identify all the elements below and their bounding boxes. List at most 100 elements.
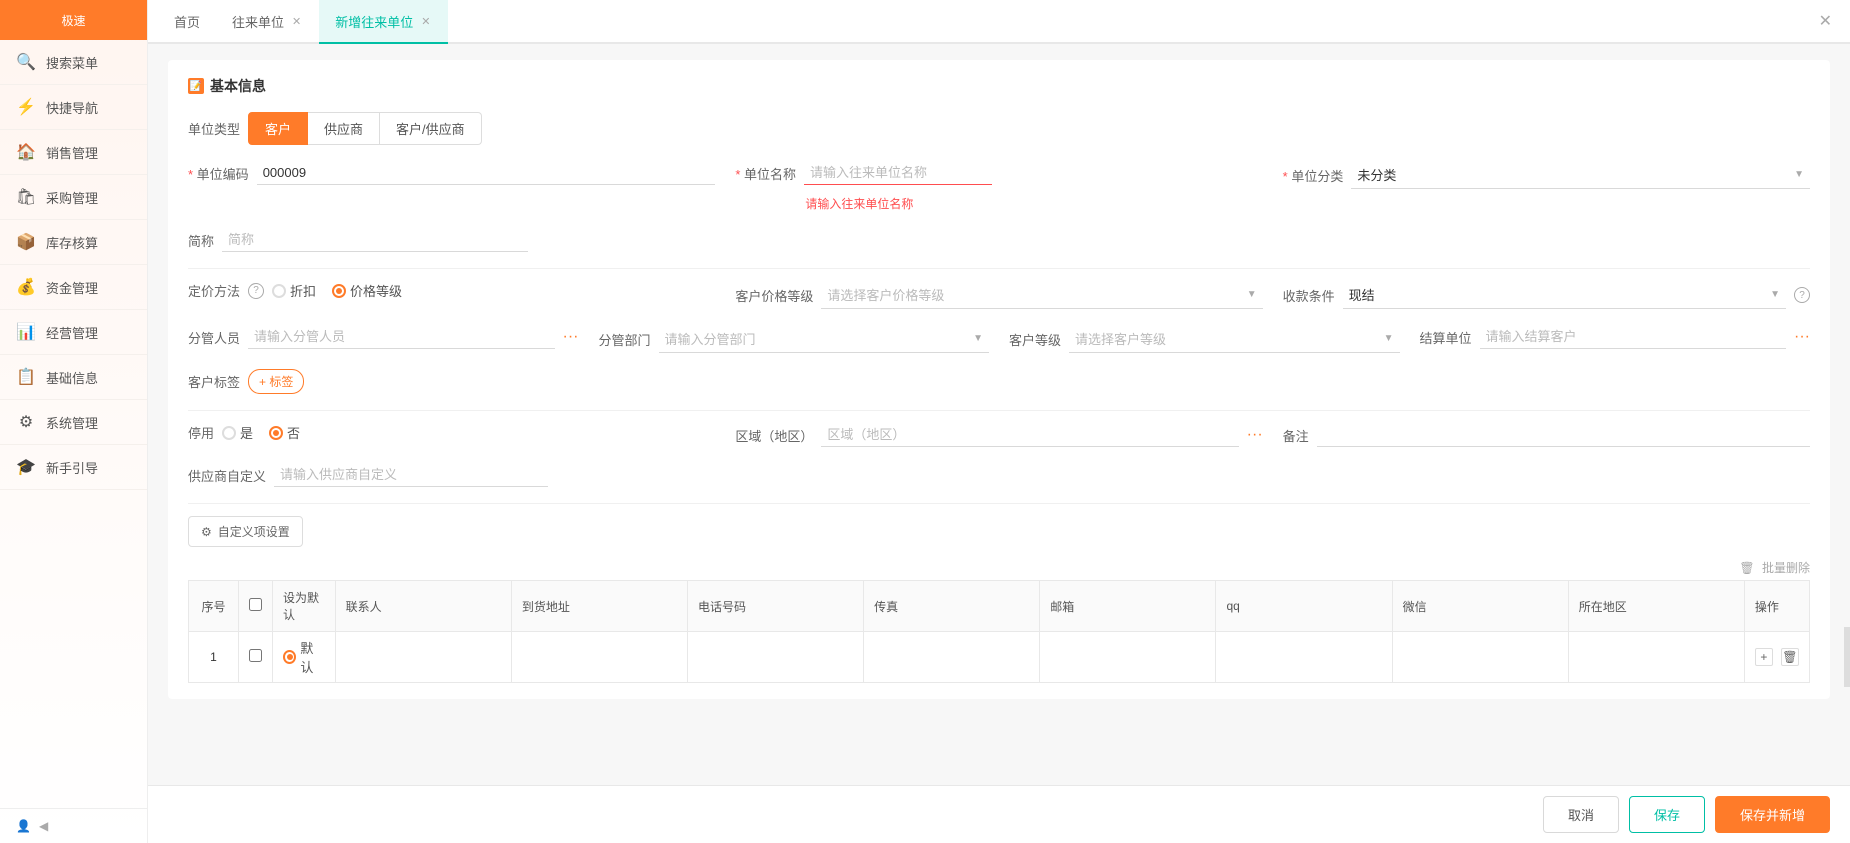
sidebar-item-purchase[interactable]: 🛍 采购管理 bbox=[0, 175, 147, 220]
box-icon: 📦 bbox=[16, 232, 36, 252]
table-region-input[interactable] bbox=[1579, 646, 1734, 669]
main-area: 首页 往来单位 ✕ 新增往来单位 ✕ ✕ 📝 基本信息 单位类型 客户 bbox=[148, 0, 1850, 843]
col-contact: 联系人 bbox=[335, 581, 511, 632]
col-email: 邮箱 bbox=[1040, 581, 1216, 632]
radio-yes[interactable]: 是 bbox=[222, 423, 253, 442]
payment-help-icon[interactable]: ? bbox=[1794, 287, 1810, 303]
tab-new-partner-close[interactable]: ✕ bbox=[419, 15, 432, 28]
radio-no[interactable]: 否 bbox=[269, 423, 300, 442]
cancel-button[interactable]: 取消 bbox=[1543, 796, 1619, 833]
footer: 取消 保存 保存并新增 bbox=[148, 785, 1850, 843]
contact-input[interactable] bbox=[346, 646, 501, 669]
supplier-custom-input[interactable] bbox=[274, 463, 548, 487]
delete-row-btn[interactable]: 🗑 bbox=[1781, 648, 1799, 666]
manager-input[interactable] bbox=[248, 325, 555, 349]
short-name-field: 简称 bbox=[188, 228, 528, 252]
sidebar-item-guide[interactable]: 🎓 新手引导 bbox=[0, 445, 147, 490]
cell-email[interactable] bbox=[1040, 632, 1216, 683]
sidebar-item-label: 销售管理 bbox=[46, 143, 98, 162]
tab-home[interactable]: 首页 bbox=[158, 0, 216, 44]
qq-input[interactable] bbox=[1226, 646, 1381, 669]
type-btn-customer[interactable]: 客户 bbox=[248, 112, 308, 145]
sidebar-item-quick-nav[interactable]: ⚡ 快捷导航 bbox=[0, 85, 147, 130]
cell-fax[interactable] bbox=[864, 632, 1040, 683]
remark-input[interactable] bbox=[1317, 423, 1810, 447]
save-button[interactable]: 保存 bbox=[1629, 796, 1705, 833]
code-name-row: 单位编码 单位名称 请输入往来单位名称 单位分类 未分类 ▼ bbox=[188, 161, 1810, 212]
col-action: 操作 bbox=[1744, 581, 1809, 632]
tab-bar-close-btn[interactable]: ✕ bbox=[1811, 11, 1840, 31]
bag-icon: 🛍 bbox=[16, 187, 36, 207]
customer-level-field: 客户等级 请选择客户等级 ▼ bbox=[1009, 325, 1400, 353]
phone-input[interactable] bbox=[698, 646, 853, 669]
cell-wechat[interactable] bbox=[1392, 632, 1568, 683]
customer-level-select[interactable]: 请选择客户等级 ▼ bbox=[1069, 325, 1399, 353]
cell-region[interactable] bbox=[1568, 632, 1744, 683]
tag-add-btn[interactable]: + 标签 bbox=[248, 369, 304, 394]
settle-input[interactable] bbox=[1480, 325, 1787, 349]
settle-more-btn[interactable]: ··· bbox=[1794, 328, 1810, 346]
sidebar-item-search[interactable]: 🔍 搜索菜单 bbox=[0, 40, 147, 85]
save-new-button[interactable]: 保存并新增 bbox=[1715, 796, 1830, 833]
radio-price-level[interactable]: 价格等级 bbox=[332, 281, 402, 300]
tab-partner-list-close[interactable]: ✕ bbox=[290, 15, 303, 28]
cell-contact[interactable] bbox=[335, 632, 511, 683]
dept-select[interactable]: 请输入分管部门 ▼ bbox=[659, 325, 989, 353]
sidebar-avatar: 👤 bbox=[16, 819, 31, 833]
sidebar-item-basic[interactable]: 📋 基础信息 bbox=[0, 355, 147, 400]
name-input[interactable] bbox=[804, 161, 992, 185]
email-input[interactable] bbox=[1050, 646, 1205, 669]
batch-delete-btn[interactable]: 批量删除 bbox=[1762, 561, 1810, 575]
address-input[interactable] bbox=[522, 646, 677, 669]
type-btn-both[interactable]: 客户/供应商 bbox=[380, 112, 482, 145]
batch-delete-area: 🗑 批量删除 bbox=[188, 559, 1810, 576]
radio-no-circle bbox=[269, 426, 283, 440]
row-default-radio[interactable]: 默认 bbox=[283, 638, 325, 676]
short-name-input[interactable] bbox=[222, 228, 528, 252]
col-wechat: 微信 bbox=[1392, 581, 1568, 632]
chevron-down-icon-3: ▼ bbox=[1770, 289, 1780, 300]
price-level-select[interactable]: 请选择客户价格等级 ▼ bbox=[821, 281, 1262, 309]
pricing-help-icon[interactable]: ? bbox=[248, 283, 264, 299]
tab-new-partner[interactable]: 新增往来单位 ✕ bbox=[319, 0, 448, 44]
sidebar-item-label: 搜索菜单 bbox=[46, 53, 98, 72]
radio-discount[interactable]: 折扣 bbox=[272, 281, 316, 300]
sidebar-item-finance[interactable]: 💰 资金管理 bbox=[0, 265, 147, 310]
sidebar-item-inventory[interactable]: 📦 库存核算 bbox=[0, 220, 147, 265]
wechat-input[interactable] bbox=[1403, 646, 1558, 669]
chart-icon: 📊 bbox=[16, 322, 36, 342]
sidebar-item-label: 库存核算 bbox=[46, 233, 98, 252]
payment-select[interactable]: 现结 ▼ bbox=[1343, 281, 1786, 309]
sidebar-item-system[interactable]: ⚙ 系统管理 bbox=[0, 400, 147, 445]
region-input[interactable] bbox=[821, 423, 1238, 447]
region-more-btn[interactable]: ··· bbox=[1247, 426, 1263, 444]
table-select-all[interactable] bbox=[249, 598, 262, 611]
fax-input[interactable] bbox=[874, 646, 1029, 669]
sidebar-logo: 极速 bbox=[0, 0, 147, 40]
sidebar-item-operation[interactable]: 📊 经营管理 bbox=[0, 310, 147, 355]
sidebar-item-sales[interactable]: 🏠 销售管理 bbox=[0, 130, 147, 175]
scrollbar[interactable] bbox=[1844, 627, 1850, 687]
pricing-radio-group: 折扣 价格等级 bbox=[272, 281, 402, 300]
price-level-field: 客户价格等级 请选择客户价格等级 ▼ bbox=[735, 281, 1262, 309]
section-title-icon: 📝 bbox=[188, 78, 204, 94]
category-field: 单位分类 未分类 ▼ bbox=[1283, 161, 1810, 189]
custom-settings-btn[interactable]: ⚙ 自定义项设置 bbox=[188, 516, 303, 547]
col-qq: qq bbox=[1216, 581, 1392, 632]
dept-field: 分管部门 请输入分管部门 ▼ bbox=[599, 325, 990, 353]
money-icon: 💰 bbox=[16, 277, 36, 297]
row-checkbox[interactable] bbox=[249, 649, 262, 662]
code-input[interactable] bbox=[257, 161, 716, 185]
add-row-btn[interactable]: + bbox=[1755, 648, 1773, 666]
tab-partner-list[interactable]: 往来单位 ✕ bbox=[216, 0, 319, 44]
category-select[interactable]: 未分类 ▼ bbox=[1351, 161, 1810, 189]
code-label: 单位编码 bbox=[188, 164, 249, 183]
cell-qq[interactable] bbox=[1216, 632, 1392, 683]
type-btn-supplier[interactable]: 供应商 bbox=[308, 112, 380, 145]
col-num: 序号 bbox=[189, 581, 239, 632]
manager-label: 分管人员 bbox=[188, 328, 240, 347]
unit-type-field: 单位类型 客户 供应商 客户/供应商 bbox=[188, 112, 1810, 145]
cell-address[interactable] bbox=[511, 632, 687, 683]
manager-more-btn[interactable]: ··· bbox=[563, 328, 579, 346]
cell-phone[interactable] bbox=[687, 632, 863, 683]
